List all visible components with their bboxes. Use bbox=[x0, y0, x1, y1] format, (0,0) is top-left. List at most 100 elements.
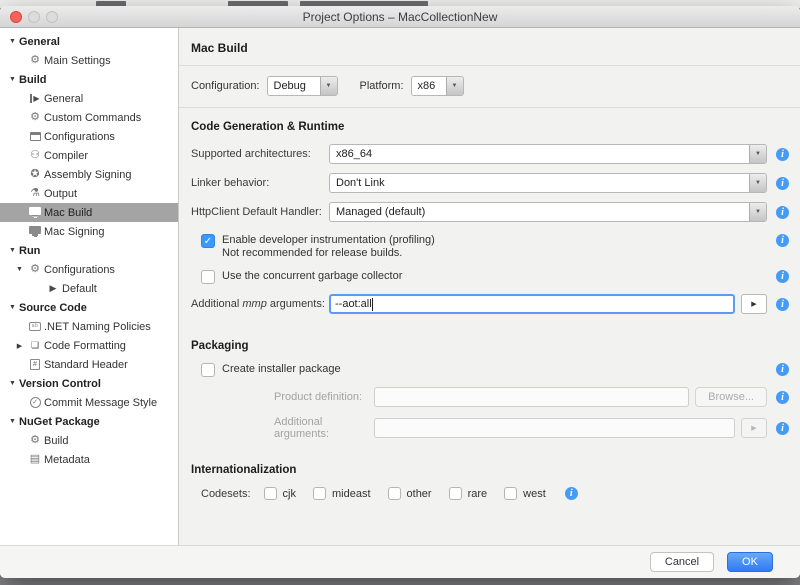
sidebar-item-configurations[interactable]: ▼⚙Configurations bbox=[0, 260, 178, 279]
sidebar-item-general[interactable]: ▼General bbox=[0, 32, 178, 51]
chevron-down-icon: ▼ bbox=[446, 77, 463, 95]
instrumentation-sublabel: Not recommended for release builds. bbox=[222, 247, 435, 260]
info-icon[interactable]: i bbox=[776, 206, 789, 219]
sidebar-item-label: Build bbox=[44, 435, 68, 447]
sidebar-item-label: Version Control bbox=[19, 378, 101, 390]
supported-architectures-select[interactable]: x86_64 ▼ bbox=[329, 144, 767, 164]
commit-message-style-icon: ✓ bbox=[26, 396, 44, 410]
sidebar-item-main-settings[interactable]: ⚙Main Settings bbox=[0, 51, 178, 70]
sidebar-item-metadata[interactable]: ▤Metadata bbox=[0, 450, 178, 469]
default-icon: ▶ bbox=[44, 282, 62, 296]
section-internationalization: Internationalization bbox=[191, 464, 788, 476]
codeset-label: other bbox=[407, 488, 432, 500]
info-icon[interactable]: i bbox=[776, 234, 789, 247]
sidebar-item-label: .NET Naming Policies bbox=[44, 321, 151, 333]
create-installer-label: Create installer package bbox=[222, 363, 341, 376]
sidebar-item-assembly-signing[interactable]: ✪Assembly Signing bbox=[0, 165, 178, 184]
sidebar-item-nuget-package[interactable]: ▼NuGet Package bbox=[0, 412, 178, 431]
disclosure-right-icon[interactable]: ▶ bbox=[13, 342, 26, 350]
create-installer-row: Create installer package i bbox=[201, 363, 789, 377]
sidebar-item-mac-signing[interactable]: Mac Signing bbox=[0, 222, 178, 241]
codesets-label: Codesets: bbox=[201, 488, 251, 500]
text-caret bbox=[372, 298, 373, 311]
configuration-select[interactable]: Debug ▼ bbox=[267, 76, 338, 96]
close-button[interactable] bbox=[10, 11, 22, 23]
build-icon: ⚙ bbox=[26, 434, 44, 448]
title-bar[interactable]: Project Options – MacCollectionNew bbox=[0, 6, 800, 28]
info-icon[interactable]: i bbox=[776, 177, 789, 190]
disclosure-down-icon[interactable]: ▼ bbox=[6, 304, 19, 311]
codeset-checkbox-other[interactable] bbox=[388, 487, 401, 500]
sidebar-item-label: Mac Build bbox=[44, 207, 92, 219]
platform-label: Platform: bbox=[360, 80, 404, 92]
cancel-button[interactable]: Cancel bbox=[650, 552, 714, 572]
linker-behavior-select[interactable]: Don't Link ▼ bbox=[329, 173, 767, 193]
browse-button: Browse... bbox=[695, 387, 767, 407]
chevron-down-icon: ▼ bbox=[749, 145, 766, 163]
sidebar-item-configurations[interactable]: Configurations bbox=[0, 127, 178, 146]
code-formatting-icon: ❏ bbox=[26, 339, 44, 353]
disclosure-down-icon[interactable]: ▼ bbox=[6, 418, 19, 425]
info-icon[interactable]: i bbox=[776, 148, 789, 161]
info-icon[interactable]: i bbox=[776, 422, 789, 435]
create-installer-checkbox[interactable] bbox=[201, 363, 215, 377]
info-icon[interactable]: i bbox=[776, 363, 789, 376]
info-icon[interactable]: i bbox=[565, 487, 578, 500]
sidebar-item-label: Assembly Signing bbox=[44, 169, 131, 181]
codeset-mideast: mideast bbox=[313, 487, 371, 500]
sidebar-item-build[interactable]: ▼Build bbox=[0, 70, 178, 89]
screen: Project Options – MacCollectionNew ▼Gene… bbox=[0, 0, 800, 585]
sidebar-item-build[interactable]: ⚙Build bbox=[0, 431, 178, 450]
linker-behavior-row: Linker behavior: Don't Link ▼ i bbox=[191, 173, 789, 193]
mac-signing-icon bbox=[26, 225, 44, 239]
codeset-checkbox-cjk[interactable] bbox=[264, 487, 277, 500]
codeset-cjk: cjk bbox=[264, 487, 296, 500]
disclosure-down-icon[interactable]: ▼ bbox=[13, 266, 26, 273]
info-icon[interactable]: i bbox=[776, 298, 789, 311]
codeset-checkbox-mideast[interactable] bbox=[313, 487, 326, 500]
disclosure-down-icon[interactable]: ▼ bbox=[6, 380, 19, 387]
additional-arguments-row: Additional arguments: ▶ i bbox=[274, 416, 789, 440]
codeset-label: cjk bbox=[283, 488, 296, 500]
mmp-arguments-input[interactable]: --aot:all bbox=[329, 294, 735, 314]
sidebar-item-net-naming-policies[interactable]: ab.NET Naming Policies bbox=[0, 317, 178, 336]
sidebar-item-label: Configurations bbox=[44, 131, 115, 143]
disclosure-down-icon[interactable]: ▼ bbox=[6, 38, 19, 45]
sidebar-item-general[interactable]: ▶General bbox=[0, 89, 178, 108]
instrumentation-checkbox[interactable]: ✓ bbox=[201, 234, 215, 248]
ok-button[interactable]: OK bbox=[727, 552, 773, 572]
product-definition-input bbox=[374, 387, 689, 407]
sidebar-item-default[interactable]: ▶Default bbox=[0, 279, 178, 298]
httpclient-handler-label: HttpClient Default Handler: bbox=[191, 206, 329, 218]
sidebar-item-source-code[interactable]: ▼Source Code bbox=[0, 298, 178, 317]
output-icon: ⚗ bbox=[26, 187, 44, 201]
sidebar-item-code-formatting[interactable]: ▶❏Code Formatting bbox=[0, 336, 178, 355]
httpclient-handler-select[interactable]: Managed (default) ▼ bbox=[329, 202, 767, 222]
linker-behavior-label: Linker behavior: bbox=[191, 177, 329, 189]
platform-select[interactable]: x86 ▼ bbox=[411, 76, 464, 96]
codeset-checkbox-rare[interactable] bbox=[449, 487, 462, 500]
concurrent-gc-checkbox[interactable] bbox=[201, 270, 215, 284]
concurrent-gc-row: Use the concurrent garbage collector i bbox=[201, 270, 789, 284]
info-icon[interactable]: i bbox=[776, 391, 789, 404]
codeset-other: other bbox=[388, 487, 432, 500]
httpclient-handler-row: HttpClient Default Handler: Managed (def… bbox=[191, 202, 789, 222]
sidebar-item-compiler[interactable]: ⚇Compiler bbox=[0, 146, 178, 165]
sidebar-item-label: Build bbox=[19, 74, 47, 86]
sidebar-item-version-control[interactable]: ▼Version Control bbox=[0, 374, 178, 393]
sidebar-item-commit-message-style[interactable]: ✓Commit Message Style bbox=[0, 393, 178, 412]
sidebar-item-custom-commands[interactable]: ⚙Custom Commands bbox=[0, 108, 178, 127]
sidebar-item-output[interactable]: ⚗Output bbox=[0, 184, 178, 203]
instrumentation-row: ✓ Enable developer instrumentation (prof… bbox=[201, 234, 789, 260]
insert-argument-button[interactable]: ▶ bbox=[741, 294, 767, 314]
info-icon[interactable]: i bbox=[776, 270, 789, 283]
supported-architectures-label: Supported architectures: bbox=[191, 148, 329, 160]
disclosure-down-icon[interactable]: ▼ bbox=[6, 76, 19, 83]
net-naming-policies-icon: ab bbox=[26, 320, 44, 334]
codeset-checkbox-west[interactable] bbox=[504, 487, 517, 500]
sidebar-item-mac-build[interactable]: Mac Build bbox=[0, 203, 178, 222]
sidebar-item-standard-header[interactable]: #Standard Header bbox=[0, 355, 178, 374]
disclosure-down-icon[interactable]: ▼ bbox=[6, 247, 19, 254]
sidebar-item-run[interactable]: ▼Run bbox=[0, 241, 178, 260]
traffic-lights bbox=[10, 11, 58, 23]
